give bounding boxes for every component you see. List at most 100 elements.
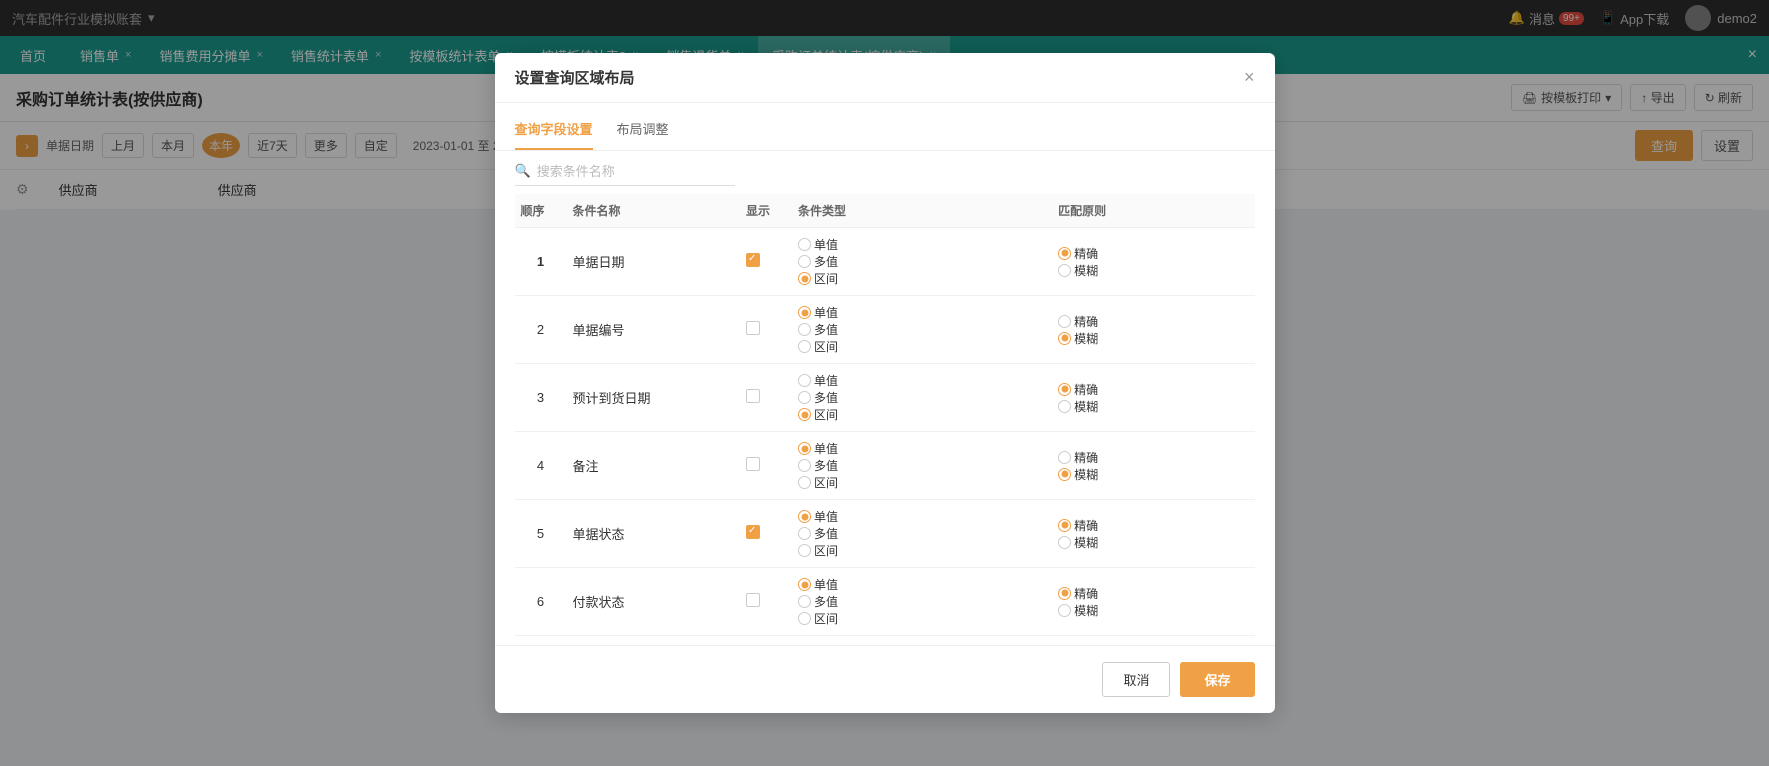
match-radio-5-1[interactable]: 模糊 (1058, 602, 1242, 619)
type-radio-0-0[interactable]: 单值 (798, 236, 1040, 253)
radio-label-type-3-1: 多值 (814, 457, 838, 474)
row-name-3: 备注 (567, 432, 740, 500)
radio-circle-match-1-0 (1058, 315, 1071, 328)
match-radio-4-0[interactable]: 精确 (1058, 517, 1242, 534)
row-match-4[interactable]: 精确模糊 (1052, 500, 1254, 568)
type-radio-1-1[interactable]: 多值 (798, 321, 1040, 338)
radio-label-type-2-1: 多值 (814, 389, 838, 406)
row-show-6[interactable] (740, 636, 792, 646)
match-radio-3-0[interactable]: 精确 (1058, 449, 1242, 466)
type-radio-1-0[interactable]: 单值 (798, 304, 1040, 321)
row-show-1[interactable] (740, 296, 792, 364)
radio-circle-match-0-0 (1058, 247, 1071, 260)
type-radio-4-0[interactable]: 单值 (798, 508, 1040, 525)
radio-circle-type-3-2 (798, 476, 811, 489)
match-radio-1-1[interactable]: 模糊 (1058, 330, 1242, 347)
type-radio-5-0[interactable]: 单值 (798, 576, 1040, 593)
type-radio-5-1[interactable]: 多值 (798, 593, 1040, 610)
row-show-2[interactable] (740, 364, 792, 432)
radio-circle-type-5-0 (798, 578, 811, 591)
type-radio-0-2[interactable]: 区间 (798, 270, 1040, 287)
show-checkbox-4[interactable] (746, 525, 760, 539)
type-radio-3-2[interactable]: 区间 (798, 474, 1040, 491)
radio-circle-match-5-1 (1058, 604, 1071, 617)
row-match-3[interactable]: 精确模糊 (1052, 432, 1254, 500)
row-match-6[interactable]: 精确模糊 (1052, 636, 1254, 646)
radio-label-type-4-0: 单值 (814, 508, 838, 525)
row-type-3[interactable]: 单值多值区间 (792, 432, 1052, 500)
radio-circle-type-0-0 (798, 238, 811, 251)
modal-search-area: 🔍 (495, 151, 1275, 194)
row-show-5[interactable] (740, 568, 792, 636)
radio-circle-type-1-0 (798, 306, 811, 319)
table-row: 4备注单值多值区间精确模糊 (515, 432, 1255, 500)
radio-label-type-4-1: 多值 (814, 525, 838, 542)
modal-close-button[interactable]: × (1244, 67, 1255, 88)
radio-label-type-3-0: 单值 (814, 440, 838, 457)
row-type-5[interactable]: 单值多值区间 (792, 568, 1052, 636)
row-type-6[interactable]: 单值多值区间 (792, 636, 1052, 646)
match-radio-2-0[interactable]: 精确 (1058, 381, 1242, 398)
row-type-2[interactable]: 单值多值区间 (792, 364, 1052, 432)
show-checkbox-1[interactable] (746, 321, 760, 335)
th-type: 条件类型 (792, 194, 1052, 228)
row-name-1: 单据编号 (567, 296, 740, 364)
radio-circle-type-2-0 (798, 374, 811, 387)
radio-circle-type-3-1 (798, 459, 811, 472)
row-order-0: 1 (515, 228, 567, 296)
radio-label-match-4-0: 精确 (1074, 517, 1098, 534)
match-radio-0-1[interactable]: 模糊 (1058, 262, 1242, 279)
row-name-6: 仓库 ∨ (567, 636, 740, 646)
row-show-4[interactable] (740, 500, 792, 568)
row-type-1[interactable]: 单值多值区间 (792, 296, 1052, 364)
match-radio-1-0[interactable]: 精确 (1058, 313, 1242, 330)
type-radio-2-2[interactable]: 区间 (798, 406, 1040, 423)
show-checkbox-5[interactable] (746, 593, 760, 607)
radio-circle-match-3-1 (1058, 468, 1071, 481)
match-radio-3-1[interactable]: 模糊 (1058, 466, 1242, 483)
radio-circle-type-5-1 (798, 595, 811, 608)
type-radio-4-1[interactable]: 多值 (798, 525, 1040, 542)
type-radio-4-2[interactable]: 区间 (798, 542, 1040, 559)
type-radio-1-2[interactable]: 区间 (798, 338, 1040, 355)
th-order: 顺序 (515, 194, 567, 228)
radio-circle-match-2-0 (1058, 383, 1071, 396)
row-show-3[interactable] (740, 432, 792, 500)
radio-circle-type-4-0 (798, 510, 811, 523)
match-radio-2-1[interactable]: 模糊 (1058, 398, 1242, 415)
row-match-2[interactable]: 精确模糊 (1052, 364, 1254, 432)
match-radio-4-1[interactable]: 模糊 (1058, 534, 1242, 551)
match-radio-0-0[interactable]: 精确 (1058, 245, 1242, 262)
match-radio-5-0[interactable]: 精确 (1058, 585, 1242, 602)
show-checkbox-0[interactable] (746, 253, 760, 267)
radio-circle-type-0-1 (798, 255, 811, 268)
radio-circle-type-3-0 (798, 442, 811, 455)
modal-tab-query[interactable]: 查询字段设置 (515, 113, 593, 150)
save-button[interactable]: 保存 (1180, 662, 1254, 697)
row-name-2: 预计到货日期 (567, 364, 740, 432)
search-input[interactable] (537, 164, 717, 179)
type-radio-2-1[interactable]: 多值 (798, 389, 1040, 406)
type-radio-5-2[interactable]: 区间 (798, 610, 1040, 627)
modal-header: 设置查询区域布局 × (495, 53, 1275, 103)
modal-footer: 取消 保存 (495, 645, 1275, 713)
show-checkbox-2[interactable] (746, 389, 760, 403)
row-show-0[interactable] (740, 228, 792, 296)
row-type-0[interactable]: 单值多值区间 (792, 228, 1052, 296)
show-checkbox-3[interactable] (746, 457, 760, 471)
type-radio-2-0[interactable]: 单值 (798, 372, 1040, 389)
table-row: 5单据状态单值多值区间精确模糊 (515, 500, 1255, 568)
radio-label-match-1-1: 模糊 (1074, 330, 1098, 347)
cancel-button[interactable]: 取消 (1102, 662, 1170, 697)
radio-circle-type-1-2 (798, 340, 811, 353)
type-radio-3-1[interactable]: 多值 (798, 457, 1040, 474)
modal-tab-layout[interactable]: 布局调整 (617, 113, 669, 150)
radio-circle-type-0-2 (798, 272, 811, 285)
type-radio-0-1[interactable]: 多值 (798, 253, 1040, 270)
row-match-1[interactable]: 精确模糊 (1052, 296, 1254, 364)
row-match-0[interactable]: 精确模糊 (1052, 228, 1254, 296)
type-radio-3-0[interactable]: 单值 (798, 440, 1040, 457)
row-match-5[interactable]: 精确模糊 (1052, 568, 1254, 636)
row-order-5: 6 (515, 568, 567, 636)
row-type-4[interactable]: 单值多值区间 (792, 500, 1052, 568)
